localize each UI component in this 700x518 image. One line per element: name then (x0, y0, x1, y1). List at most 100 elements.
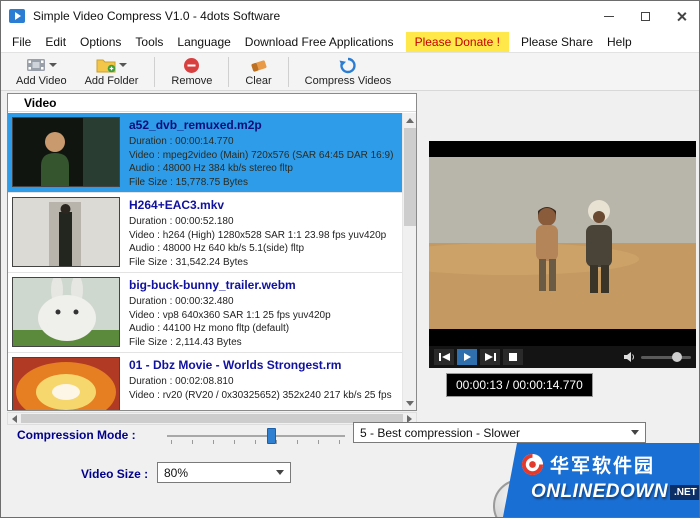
compress-videos-icon (339, 57, 357, 74)
scroll-down-button[interactable] (403, 396, 417, 410)
arrow-down-icon (406, 401, 414, 406)
remove-button[interactable]: Remove (162, 55, 221, 88)
toolbar: Add Video Add Folder Rem (1, 53, 699, 91)
compress-videos-label: Compress Videos (305, 75, 392, 87)
watermark-overlay: 华军软件园 ONLINEDOWN .NET (503, 443, 699, 517)
video-size-label: Video Size : (81, 467, 148, 481)
compression-mode-slider-thumb[interactable] (267, 428, 276, 444)
video-list-header: Video (8, 94, 416, 112)
volume-slider-thumb[interactable] (672, 352, 682, 362)
video-duration: Duration : 00:02:08.810 (129, 375, 392, 389)
video-codec-info: Video : vp8 640x360 SAR 1:1 25 fps yuv42… (129, 309, 331, 323)
chevron-down-icon (276, 470, 284, 475)
volume-slider[interactable] (641, 356, 691, 359)
menu-download-free-applications[interactable]: Download Free Applications (238, 32, 401, 52)
arrow-left-icon (12, 415, 17, 423)
clear-label: Clear (245, 75, 271, 87)
compression-mode-select[interactable]: 5 - Best compression - Slower (353, 422, 646, 443)
video-filename: a52_dvb_remuxed.m2p (129, 118, 393, 132)
play-button[interactable] (457, 349, 477, 365)
app-icon (9, 8, 25, 24)
menu-options[interactable]: Options (73, 32, 128, 52)
volume-icon[interactable] (623, 351, 636, 363)
video-duration: Duration : 00:00:52.180 (129, 215, 386, 229)
video-list-item-1[interactable]: a52_dvb_remuxed.m2p Duration : 00:00:14.… (8, 113, 402, 193)
stop-icon (509, 353, 517, 361)
video-list-item-2[interactable]: H264+EAC3.mkv Duration : 00:00:52.180 Vi… (8, 193, 402, 273)
video-size-value: 80% (164, 466, 188, 480)
remove-label: Remove (171, 75, 212, 87)
watermark-site-name: 华军软件园 (550, 451, 655, 478)
toolbar-separator (228, 57, 229, 87)
video-filename: 01 - Dbz Movie - Worlds Strongest.rm (129, 358, 392, 372)
add-folder-button[interactable]: Add Folder (76, 55, 148, 88)
compression-mode-label: Compression Mode : (17, 428, 136, 442)
scroll-up-button[interactable] (403, 113, 417, 127)
video-codec-info: Video : h264 (High) 1280x528 SAR 1:1 23.… (129, 229, 386, 243)
menu-help[interactable]: Help (600, 32, 639, 52)
video-file-size: File Size : 15,778.75 Bytes (129, 176, 393, 189)
video-audio-info: Audio : 48000 Hz 640 kb/s 5.1(side) fltp (129, 242, 386, 256)
play-icon (462, 352, 472, 362)
remove-icon (183, 57, 200, 74)
video-audio-info: Audio : 48000 Hz 384 kb/s stereo fltp (129, 162, 393, 176)
watermark-tld: .NET (670, 485, 700, 500)
slider-track (167, 435, 345, 437)
slider-ticks (171, 440, 343, 444)
window-title: Simple Video Compress V1.0 - 4dots Softw… (33, 9, 280, 23)
app-window: Simple Video Compress V1.0 - 4dots Softw… (0, 0, 700, 518)
menu-please-donate[interactable]: Please Donate ! (406, 32, 509, 52)
minimize-icon (604, 16, 614, 17)
previous-frame-icon (438, 352, 451, 362)
menubar: File Edit Options Tools Language Downloa… (1, 31, 699, 53)
add-video-label: Add Video (16, 75, 67, 87)
video-size-select[interactable]: 80% (157, 462, 291, 483)
horizontal-scrollbar-thumb[interactable] (21, 414, 403, 423)
video-thumbnail-1 (12, 117, 120, 187)
arrow-up-icon (406, 118, 414, 123)
add-video-button[interactable]: Add Video (7, 55, 76, 88)
menu-file[interactable]: File (5, 32, 38, 52)
add-folder-dropdown-icon[interactable] (119, 63, 127, 67)
video-list-item-3[interactable]: big-buck-bunny_trailer.webm Duration : 0… (8, 273, 402, 353)
menu-edit[interactable]: Edit (38, 32, 73, 52)
menu-please-share[interactable]: Please Share (514, 32, 600, 52)
add-video-dropdown-icon[interactable] (49, 63, 57, 67)
titlebar: Simple Video Compress V1.0 - 4dots Softw… (1, 1, 699, 31)
video-file-size: File Size : 2,114.43 Bytes (129, 336, 331, 349)
close-icon (676, 11, 687, 22)
add-folder-label: Add Folder (85, 75, 139, 87)
previous-frame-button[interactable] (434, 349, 454, 365)
video-thumbnail-3 (12, 277, 120, 347)
video-list-item-4[interactable]: 01 - Dbz Movie - Worlds Strongest.rm Dur… (8, 353, 402, 410)
maximize-button[interactable] (627, 1, 663, 31)
menu-language[interactable]: Language (170, 32, 237, 52)
maximize-icon (641, 12, 650, 21)
video-thumbnail-4 (12, 357, 120, 410)
video-duration: Duration : 00:00:14.770 (129, 135, 393, 149)
video-thumbnail-2 (12, 197, 120, 267)
video-file-size: File Size : 31,542.24 Bytes (129, 256, 386, 269)
video-list-items: a52_dvb_remuxed.m2p Duration : 00:00:14.… (8, 113, 402, 410)
video-codec-info: Video : rv20 (RV20 / 0x30325652) 352x240… (129, 389, 392, 403)
player-controls (429, 346, 696, 368)
next-frame-icon (484, 352, 497, 362)
video-preview-screen (429, 141, 696, 346)
toolbar-separator (154, 57, 155, 87)
add-folder-icon (96, 57, 116, 73)
clear-button[interactable]: Clear (236, 55, 280, 88)
compress-videos-button[interactable]: Compress Videos (296, 55, 401, 88)
vertical-scrollbar-thumb[interactable] (404, 128, 416, 226)
menu-tools[interactable]: Tools (128, 32, 170, 52)
next-frame-button[interactable] (480, 349, 500, 365)
close-button[interactable] (663, 1, 699, 31)
scroll-left-button[interactable] (8, 413, 21, 424)
watermark-logo-icon (521, 453, 544, 476)
chevron-down-icon (631, 430, 639, 435)
video-duration: Duration : 00:00:32.480 (129, 295, 331, 309)
vertical-scrollbar[interactable] (402, 113, 416, 410)
compression-mode-slider[interactable] (167, 425, 345, 447)
minimize-button[interactable] (591, 1, 627, 31)
video-filename: H264+EAC3.mkv (129, 198, 386, 212)
stop-button[interactable] (503, 349, 523, 365)
